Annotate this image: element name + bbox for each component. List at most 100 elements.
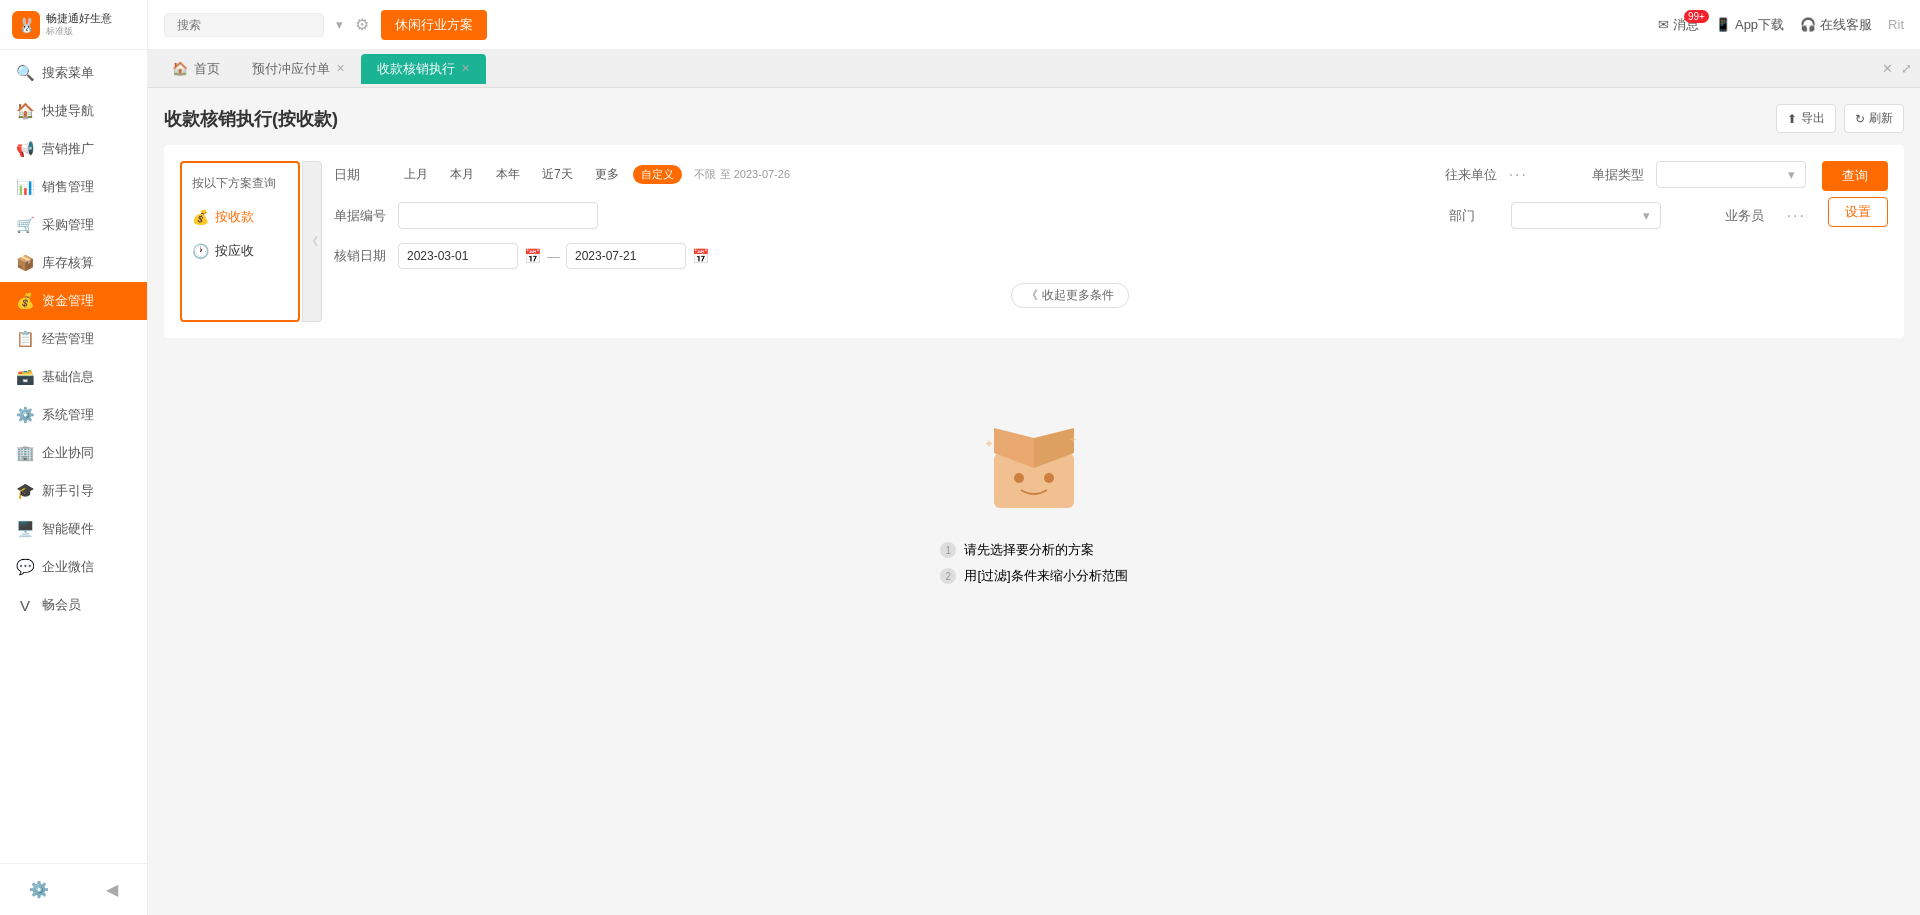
date-label: 日期 — [334, 166, 384, 184]
doc-type-select[interactable]: ▾ — [1656, 161, 1806, 188]
tip-text-2: 用[过滤]条件来缩小分析范围 — [964, 567, 1127, 585]
sidebar-bottom: ⚙️ ◀ — [0, 863, 147, 915]
sidebar-item-system[interactable]: ⚙️系统管理 — [0, 396, 147, 434]
basic-info-icon: 🗃️ — [16, 368, 34, 386]
sidebar-item-search-menu[interactable]: 🔍搜索菜单 — [0, 54, 147, 92]
filter-container: 按以下方案查询 💰 按收款 🕐 按应收 《 — [164, 145, 1904, 338]
user-avatar[interactable]: Rit — [1888, 17, 1904, 32]
svg-point-4 — [1044, 473, 1054, 483]
filter-fields: 日期 上月 本月 本年 近7天 更多 自定义 不限 至 — [334, 161, 1806, 308]
finance-icon: 💰 — [16, 292, 34, 310]
logo-icon: 🐰 — [12, 11, 40, 39]
sidebar-item-finance[interactable]: 💰资金管理 — [0, 282, 147, 320]
sidebar-item-member[interactable]: V畅会员 — [0, 586, 147, 624]
tab-prepay[interactable]: 预付冲应付单 ✕ — [236, 54, 361, 84]
message-icon: ✉ — [1658, 17, 1669, 32]
tab-home[interactable]: 🏠 首页 — [156, 54, 236, 84]
sidebar-item-operation[interactable]: 📋经营管理 — [0, 320, 147, 358]
online-service-button[interactable]: 🎧 在线客服 — [1800, 16, 1872, 34]
tab-receivable[interactable]: 收款核销执行 ✕ — [361, 54, 486, 84]
date-options: 上月 本月 本年 近7天 更多 自定义 — [396, 164, 682, 185]
message-badge: 99+ — [1684, 10, 1709, 23]
date-range-display: 至 2023-07-26 — [720, 167, 790, 182]
doc-type-arrow: ▾ — [1788, 167, 1795, 182]
filter-row-2: 单据编号 部门 ▾ 业务员 ··· — [334, 202, 1806, 229]
solution-button[interactable]: 休闲行业方案 — [381, 10, 487, 40]
logo-badge: 标准版 — [46, 25, 112, 38]
query-button[interactable]: 查询 — [1822, 161, 1888, 191]
guide-icon: 🎓 — [16, 482, 34, 500]
dept-select[interactable]: ▾ — [1511, 202, 1661, 229]
enterprise-icon: 🏢 — [16, 444, 34, 462]
tab-receivable-close[interactable]: ✕ — [461, 62, 470, 75]
verify-date-label: 核销日期 — [334, 247, 386, 265]
tip-text-1: 请先选择要分析的方案 — [964, 541, 1094, 559]
expand-icon[interactable]: ⤢ — [1901, 61, 1912, 76]
dept-arrow: ▾ — [1643, 208, 1650, 223]
empty-tips: 1 请先选择要分析的方案 2 用[过滤]条件来缩小分析范围 — [940, 541, 1127, 585]
export-icon: ⬆ — [1787, 112, 1797, 126]
last-7-days-option[interactable]: 近7天 — [534, 164, 581, 185]
refresh-button[interactable]: ↻ 刷新 — [1844, 104, 1904, 133]
receivable-icon: 🕐 — [192, 243, 209, 259]
home-icon: 🏠 — [172, 61, 188, 76]
collapse-more-row: 《 收起更多条件 — [334, 283, 1806, 308]
more-option[interactable]: 更多 — [587, 164, 627, 185]
sidebar-item-hardware[interactable]: 🖥️智能硬件 — [0, 510, 147, 548]
verify-date-start[interactable] — [398, 243, 518, 269]
custom-option[interactable]: 自定义 — [633, 165, 682, 184]
sidebar-item-marketing[interactable]: 📢营销推广 — [0, 130, 147, 168]
filter-by-receipt[interactable]: 💰 按收款 — [182, 200, 298, 234]
topbar-right: ✉ 消息 99+ 📱 App下载 🎧 在线客服 Rit — [1658, 16, 1904, 34]
search-menu-icon: 🔍 — [16, 64, 34, 82]
this-year-option[interactable]: 本年 — [488, 164, 528, 185]
message-button[interactable]: ✉ 消息 99+ — [1658, 16, 1699, 34]
this-month-option[interactable]: 本月 — [442, 164, 482, 185]
tip-num-1: 1 — [940, 542, 956, 558]
sidebar-item-inventory[interactable]: 📦库存核算 — [0, 244, 147, 282]
counterpart-dots[interactable]: ··· — [1509, 166, 1528, 184]
tab-prepay-close[interactable]: ✕ — [336, 62, 345, 75]
sidebar-item-purchase[interactable]: 🛒采购管理 — [0, 206, 147, 244]
date-no-limit: 不限 至 2023-07-26 — [694, 167, 790, 182]
sales-icon: 📊 — [16, 178, 34, 196]
quick-nav-icon: 🏠 — [16, 102, 34, 120]
doc-no-input[interactable] — [398, 202, 598, 229]
app-icon: 📱 — [1715, 17, 1731, 32]
receipt-icon: 💰 — [192, 209, 209, 225]
counterpart-label: 往来单位 — [1445, 166, 1497, 184]
empty-state: ✦ ✦ 1 请先选择要分析的方案 2 用[过滤]条件来缩小分析范围 — [164, 338, 1904, 665]
verify-date-end[interactable] — [566, 243, 686, 269]
settings-icon[interactable]: ⚙️ — [23, 874, 55, 905]
calendar-start-icon[interactable]: 📅 — [524, 248, 541, 264]
last-month-option[interactable]: 上月 — [396, 164, 436, 185]
sidebar-item-basic-info[interactable]: 🗃️基础信息 — [0, 358, 147, 396]
filter-by-receivable[interactable]: 🕐 按应收 — [182, 234, 298, 268]
sidebar-item-guide[interactable]: 🎓新手引导 — [0, 472, 147, 510]
staff-label: 业务员 — [1725, 207, 1775, 225]
page-actions: ⬆ 导出 ↻ 刷新 — [1776, 104, 1904, 133]
app-download-button[interactable]: 📱 App下载 — [1715, 16, 1784, 34]
close-all-icon[interactable]: ✕ — [1882, 61, 1893, 76]
settings-button[interactable]: 设置 — [1828, 197, 1888, 227]
tabbar: 🏠 首页 预付冲应付单 ✕ 收款核销执行 ✕ ✕ ⤢ — [148, 50, 1920, 88]
dropdown-icon[interactable]: ▾ — [336, 17, 343, 32]
inventory-icon: 📦 — [16, 254, 34, 272]
collapse-icon: 《 — [1026, 287, 1038, 304]
sidebar-item-sales[interactable]: 📊销售管理 — [0, 168, 147, 206]
logo-text: 畅捷通好生意 — [46, 11, 112, 25]
gear-icon[interactable]: ⚙ — [355, 15, 369, 34]
sidebar-item-enterprise[interactable]: 🏢企业协同 — [0, 434, 147, 472]
export-button[interactable]: ⬆ 导出 — [1776, 104, 1836, 133]
sidebar-item-quick-nav[interactable]: 🏠快捷导航 — [0, 92, 147, 130]
search-input[interactable] — [164, 13, 324, 37]
filter-collapse-button[interactable]: 《 — [302, 161, 322, 322]
empty-svg: ✦ ✦ — [979, 418, 1089, 518]
staff-dots[interactable]: ··· — [1787, 207, 1806, 225]
calendar-end-icon[interactable]: 📅 — [692, 248, 709, 264]
collapse-more-button[interactable]: 《 收起更多条件 — [1011, 283, 1129, 308]
sidebar-item-wechat[interactable]: 💬企业微信 — [0, 548, 147, 586]
collapse-sidebar-icon[interactable]: ◀ — [100, 874, 124, 905]
service-icon: 🎧 — [1800, 17, 1816, 32]
verify-date-range: 📅 — 📅 — [398, 243, 709, 269]
